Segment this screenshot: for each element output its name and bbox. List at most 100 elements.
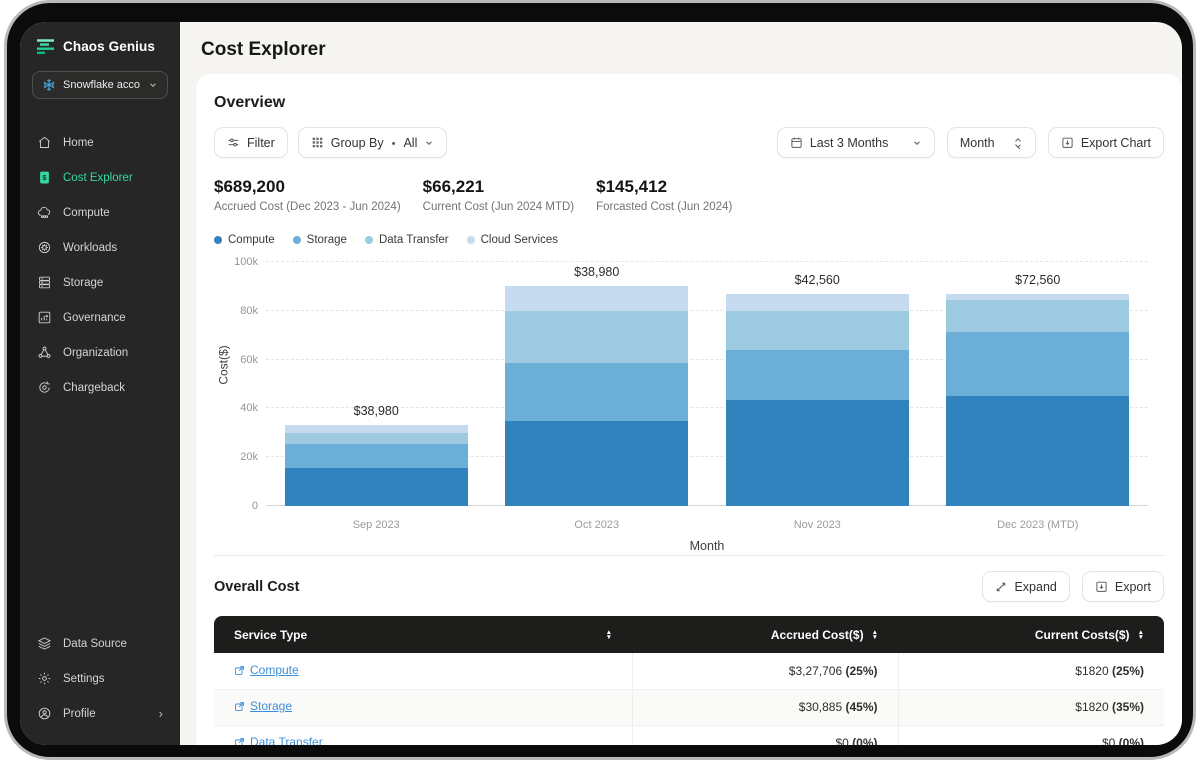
legend-item-storage[interactable]: Storage bbox=[292, 234, 347, 246]
overview-title: Overview bbox=[214, 94, 286, 111]
date-range-select[interactable]: Last 3 Months bbox=[776, 127, 935, 158]
brand-logo[interactable]: Chaos Genius bbox=[32, 38, 168, 55]
bar-segment-cloud-services bbox=[725, 293, 909, 311]
x-tick-label: Sep 2023 bbox=[352, 519, 400, 531]
sidebar-item-profile[interactable]: Profile › bbox=[32, 696, 168, 731]
legend-item-compute[interactable]: Compute bbox=[214, 234, 275, 246]
bar-segment-compute bbox=[725, 399, 909, 506]
chaos-genius-logo-icon bbox=[37, 39, 54, 55]
accrued-cost-value: $30,885 (45%) bbox=[631, 689, 898, 726]
expand-button[interactable]: Expand bbox=[982, 571, 1070, 602]
sidebar-item-settings[interactable]: Settings bbox=[32, 661, 168, 696]
chevron-up-down-icon bbox=[1014, 137, 1021, 149]
legend-dot bbox=[364, 236, 373, 244]
bar-segment-compute bbox=[284, 468, 468, 506]
stacked-bar-nov-2023: $42,560 bbox=[725, 273, 909, 506]
filter-sliders-icon bbox=[228, 138, 239, 147]
legend-dot bbox=[466, 236, 475, 244]
sidebar-item-storage[interactable]: Storage bbox=[32, 265, 168, 300]
y-tick-label: 100k bbox=[234, 256, 258, 268]
overall-cost-title: Overall Cost bbox=[214, 578, 300, 595]
overall-cost-table: Service Type ▲ ▼ Accrued Cost($) ▲ ▼ Current… bbox=[214, 616, 1164, 745]
sidebar-item-home[interactable]: Home bbox=[32, 125, 168, 160]
sidebar-item-governance[interactable]: Governance bbox=[32, 300, 168, 335]
bar-segment-storage bbox=[946, 331, 1130, 397]
bar-value-label: $38,980 bbox=[353, 404, 399, 419]
legend-item-data-transfer[interactable]: Data Transfer bbox=[364, 234, 449, 246]
bar-segment-cloud-services bbox=[284, 425, 468, 433]
column-header-current-costs[interactable]: Current Costs($) ▲ ▼ bbox=[898, 616, 1164, 653]
expand-icon bbox=[997, 582, 1006, 591]
export-button[interactable]: Export bbox=[1081, 571, 1164, 602]
export-chart-button[interactable]: Export Chart bbox=[1047, 127, 1164, 158]
stat-current-cost: $66,221 Current Cost (Jun 2024 MTD) bbox=[422, 177, 575, 213]
sidebar-item-workloads[interactable]: Workloads bbox=[32, 230, 168, 265]
cost-explorer-card: Overview Filter Group By All bbox=[196, 74, 1182, 745]
profile-icon bbox=[38, 707, 51, 720]
service-link-compute[interactable]: Compute bbox=[234, 663, 299, 677]
sort-icon[interactable]: ▲ ▼ bbox=[606, 629, 612, 641]
brand-name: Chaos Genius bbox=[63, 39, 155, 54]
governance-chart-icon bbox=[38, 311, 51, 324]
stacked-bar-dec-2023-mtd-: $72,560 bbox=[946, 273, 1130, 506]
chart-legend: Compute Storage Data Transfer Cloud Service… bbox=[214, 234, 1164, 246]
filter-button[interactable]: Filter bbox=[214, 127, 288, 158]
chevron-down-icon bbox=[426, 140, 433, 145]
bar-segment-compute bbox=[946, 396, 1130, 506]
compute-cloud-icon bbox=[37, 206, 51, 218]
legend-dot bbox=[292, 236, 301, 244]
bar-segment-storage bbox=[284, 443, 468, 469]
layers-icon bbox=[37, 637, 52, 650]
sidebar-item-chargeback[interactable]: Chargeback bbox=[32, 370, 168, 405]
account-selector[interactable]: Snowflake acco... bbox=[32, 71, 168, 99]
table-row: Data Transfer $0 (0%) $0 (0%) bbox=[214, 725, 1164, 745]
bar-value-label: $38,980 bbox=[574, 265, 620, 280]
y-tick-label: 20k bbox=[240, 451, 258, 464]
storage-server-icon bbox=[39, 276, 50, 289]
granularity-select[interactable]: Month bbox=[946, 127, 1036, 158]
main-content: Cost Explorer Overview Filter Group By A… bbox=[180, 22, 1182, 745]
sidebar-item-cost-explorer[interactable]: $ Cost Explorer bbox=[32, 160, 168, 195]
snowflake-icon bbox=[43, 79, 55, 91]
section-divider bbox=[214, 555, 1164, 556]
column-header-service-type[interactable]: Service Type ▲ ▼ bbox=[214, 616, 632, 653]
group-by-button[interactable]: Group By All bbox=[297, 127, 448, 158]
x-axis-title: Month bbox=[689, 539, 725, 553]
stat-forecasted-cost: $145,412 Forcasted Cost (Jun 2024) bbox=[596, 177, 733, 213]
column-header-accrued-cost[interactable]: Accrued Cost($) ▲ ▼ bbox=[632, 616, 898, 653]
current-cost-value: $0 (0%) bbox=[897, 725, 1164, 745]
device-frame: Chaos Genius Snowflake acco... Home $ Co… bbox=[4, 0, 1196, 760]
bar-segment-storage bbox=[505, 363, 689, 421]
service-link-data-transfer[interactable]: Data Transfer bbox=[234, 735, 323, 745]
bar-segment-data-transfer bbox=[505, 310, 689, 364]
x-tick-label: Dec 2023 (MTD) bbox=[997, 519, 1079, 531]
service-link-storage[interactable]: Storage bbox=[234, 699, 292, 713]
overview-controls: Filter Group By All Last 3 Months bbox=[214, 127, 1164, 158]
legend-item-cloud-services[interactable]: Cloud Services bbox=[466, 234, 558, 246]
external-link-icon bbox=[235, 665, 244, 675]
table-row: Compute $3,27,706 (25%) $1820 (25%) bbox=[214, 653, 1164, 690]
cost-chart: Cost($) 0 20k 40k 60k 80k 100k $38,980 $38,980 $… bbox=[214, 250, 1164, 553]
y-tick-label: 60k bbox=[240, 353, 258, 366]
x-axis-labels: Sep 2023 Oct 2023 Nov 2023 Dec 2023 (MTD) bbox=[266, 519, 1148, 531]
sort-icon[interactable]: ▲ ▼ bbox=[872, 629, 878, 641]
organization-nodes-icon bbox=[38, 346, 51, 358]
bar-segment-cloud-services bbox=[505, 286, 689, 311]
bar-segment-compute bbox=[505, 420, 689, 506]
external-link-icon bbox=[235, 701, 244, 711]
account-selector-label: Snowflake acco... bbox=[63, 79, 141, 91]
sidebar-item-organization[interactable]: Organization bbox=[32, 335, 168, 370]
gear-icon bbox=[38, 672, 51, 685]
calendar-icon bbox=[791, 137, 802, 148]
bar-segment-data-transfer bbox=[284, 432, 468, 444]
sort-icon[interactable]: ▲ ▼ bbox=[1138, 629, 1144, 641]
bar-value-label: $42,560 bbox=[794, 272, 840, 287]
table-body: Compute $3,27,706 (25%) $1820 (25%) Storage… bbox=[214, 653, 1164, 745]
current-cost-value: $1820 (25%) bbox=[897, 653, 1164, 690]
sidebar-item-compute[interactable]: Compute bbox=[32, 195, 168, 230]
stacked-bar-sep-2023: $38,980 bbox=[284, 404, 468, 506]
sidebar-item-data-source[interactable]: Data Source bbox=[32, 626, 168, 661]
y-tick-label: 40k bbox=[240, 402, 258, 415]
page-title: Cost Explorer bbox=[201, 39, 326, 60]
home-icon bbox=[38, 136, 51, 148]
